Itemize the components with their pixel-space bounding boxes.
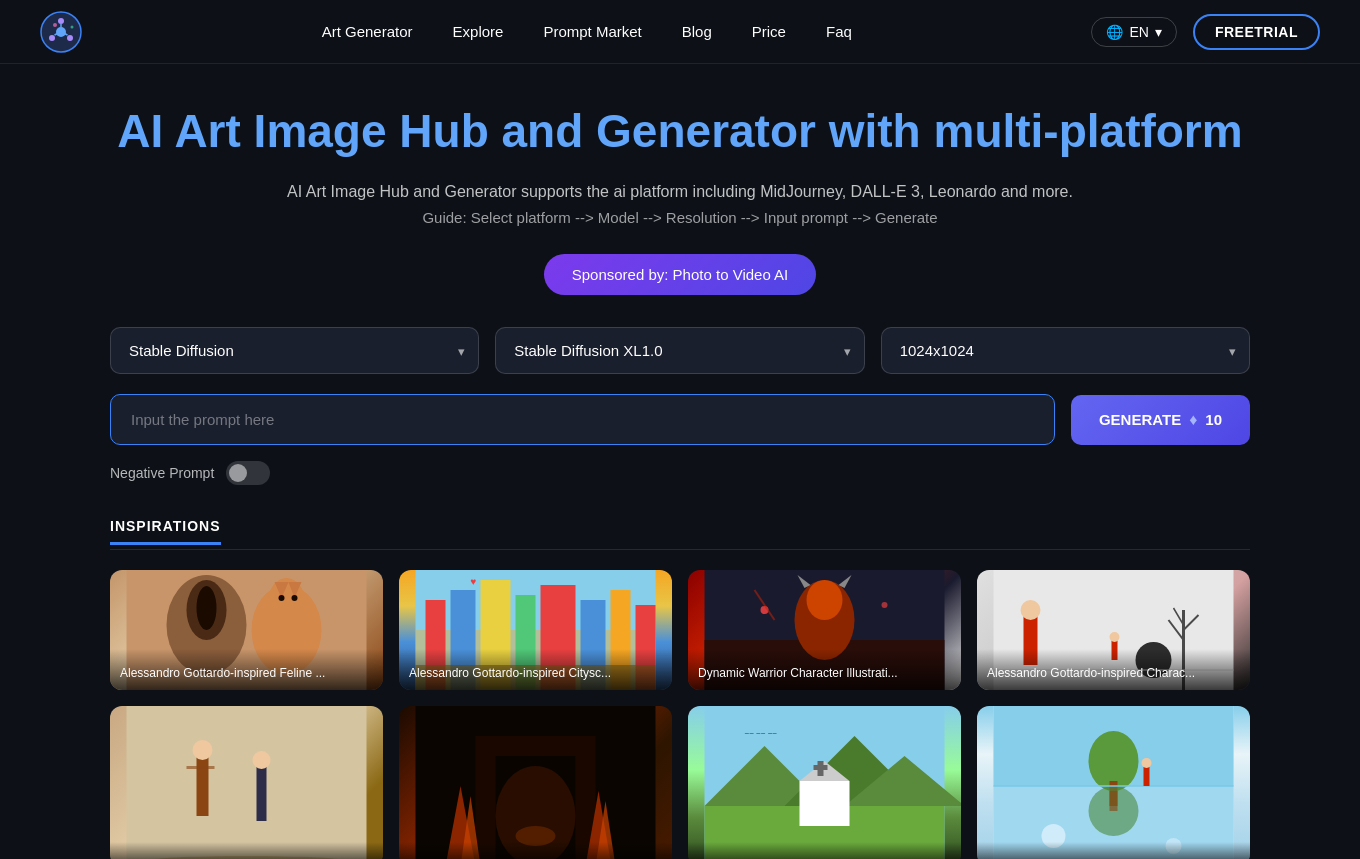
gallery-item[interactable]: ~~ ~~ ~~ (688, 706, 961, 859)
prompt-row: GENERATE ♦ 10 (110, 394, 1250, 445)
svg-point-2 (58, 18, 64, 24)
nav-price[interactable]: Price (752, 23, 786, 40)
svg-point-1 (56, 27, 66, 37)
navbar: Art Generator Explore Prompt Market Blog… (0, 0, 1360, 64)
svg-rect-76 (814, 765, 828, 770)
nav-links: Art Generator Explore Prompt Market Blog… (322, 23, 852, 41)
svg-text:♥: ♥ (471, 576, 477, 587)
platform-dropdown-wrapper: Stable Diffusion MidJourney DALL-E 3 Leo… (110, 327, 479, 374)
gallery-grid: Alessandro Gottardo-inspired Feline ... (110, 570, 1250, 859)
gallery-caption (399, 842, 672, 859)
gallery-item[interactable] (977, 706, 1250, 859)
svg-point-35 (807, 580, 843, 620)
svg-point-54 (193, 740, 213, 760)
inspirations-title: INSPIRATIONS (110, 518, 221, 545)
free-trial-button[interactable]: FREETRIAL (1193, 14, 1320, 50)
toggle-knob (229, 464, 247, 482)
chevron-down-icon: ▾ (1155, 24, 1162, 40)
svg-point-47 (1021, 600, 1041, 620)
inspirations-divider (110, 549, 1250, 550)
hero-guide: Guide: Select platform --> Model --> Res… (110, 209, 1250, 226)
diamond-icon: ♦ (1189, 411, 1197, 429)
nav-blog[interactable]: Blog (682, 23, 712, 40)
svg-rect-52 (127, 706, 367, 859)
generate-button[interactable]: GENERATE ♦ 10 (1071, 395, 1250, 445)
globe-icon: 🌐 (1106, 24, 1123, 40)
negative-prompt-row: Negative Prompt (110, 461, 1250, 485)
negative-prompt-label: Negative Prompt (110, 465, 214, 481)
svg-rect-53 (197, 756, 209, 816)
language-selector[interactable]: 🌐 EN ▾ (1091, 17, 1176, 47)
gallery-caption (977, 842, 1250, 859)
svg-point-16 (279, 595, 285, 601)
svg-point-50 (1110, 632, 1120, 642)
logo[interactable] (40, 11, 82, 53)
gallery-item[interactable]: ♥ Alessandro Gottardo-inspired Citysc... (399, 570, 672, 690)
gallery-item[interactable]: Dynamic Warrior Character Illustrati... (688, 570, 961, 690)
resolution-dropdown[interactable]: 1024x1024 512x512 768x768 1280x720 (881, 327, 1250, 374)
page-title: AI Art Image Hub and Generator with mult… (110, 104, 1250, 159)
resolution-dropdown-wrapper: 1024x1024 512x512 768x768 1280x720 ▾ (881, 327, 1250, 374)
gallery-item[interactable]: Alessandro Gottardo-inspired Charac... (977, 570, 1250, 690)
gallery-caption (110, 842, 383, 859)
platform-dropdown[interactable]: Stable Diffusion MidJourney DALL-E 3 Leo… (110, 327, 479, 374)
gallery-caption (688, 842, 961, 859)
gallery-caption: Dynamic Warrior Character Illustrati... (688, 649, 961, 690)
nav-right: 🌐 EN ▾ FREETRIAL (1091, 14, 1320, 50)
svg-rect-55 (187, 766, 215, 769)
main-content: AI Art Image Hub and Generator with mult… (90, 64, 1270, 859)
nav-art-generator[interactable]: Art Generator (322, 23, 413, 40)
svg-text:~~ ~~ ~~: ~~ ~~ ~~ (745, 729, 778, 738)
svg-point-87 (1142, 758, 1152, 768)
svg-rect-73 (800, 781, 850, 826)
nav-explore[interactable]: Explore (453, 23, 504, 40)
negative-prompt-toggle[interactable] (226, 461, 270, 485)
gallery-item[interactable] (399, 706, 672, 859)
svg-point-3 (67, 35, 73, 41)
generate-credits: 10 (1205, 411, 1222, 428)
dropdowns-row: Stable Diffusion MidJourney DALL-E 3 Leo… (110, 327, 1250, 374)
gallery-item[interactable]: Alessandro Gottardo-inspired Feline ... (110, 570, 383, 690)
nav-prompt-market[interactable]: Prompt Market (543, 23, 641, 40)
gallery-caption: Alessandro Gottardo-inspired Citysc... (399, 649, 672, 690)
hero-subtitle: AI Art Image Hub and Generator supports … (110, 183, 1250, 201)
svg-point-17 (292, 595, 298, 601)
svg-rect-84 (1110, 791, 1118, 811)
gallery-caption: Alessandro Gottardo-inspired Feline ... (110, 649, 383, 690)
nav-faq[interactable]: Faq (826, 23, 852, 40)
svg-point-19 (197, 586, 217, 630)
inspirations-section: INSPIRATIONS Alessandro Got (110, 517, 1250, 859)
gallery-caption: Alessandro Gottardo-inspired Charac... (977, 649, 1250, 690)
svg-point-9 (71, 25, 74, 28)
svg-rect-56 (257, 766, 267, 821)
model-dropdown[interactable]: Stable Diffusion XL1.0 Stable Diffusion … (495, 327, 864, 374)
model-dropdown-wrapper: Stable Diffusion XL1.0 Stable Diffusion … (495, 327, 864, 374)
svg-point-39 (882, 602, 888, 608)
svg-point-4 (49, 35, 55, 41)
lang-label: EN (1129, 24, 1148, 40)
svg-point-8 (53, 23, 57, 27)
sponsor-button[interactable]: Sponsored by: Photo to Video AI (544, 254, 817, 295)
prompt-input[interactable] (110, 394, 1055, 445)
svg-point-57 (253, 751, 271, 769)
generate-label: GENERATE (1099, 411, 1181, 428)
gallery-item[interactable] (110, 706, 383, 859)
svg-rect-86 (1144, 766, 1150, 786)
